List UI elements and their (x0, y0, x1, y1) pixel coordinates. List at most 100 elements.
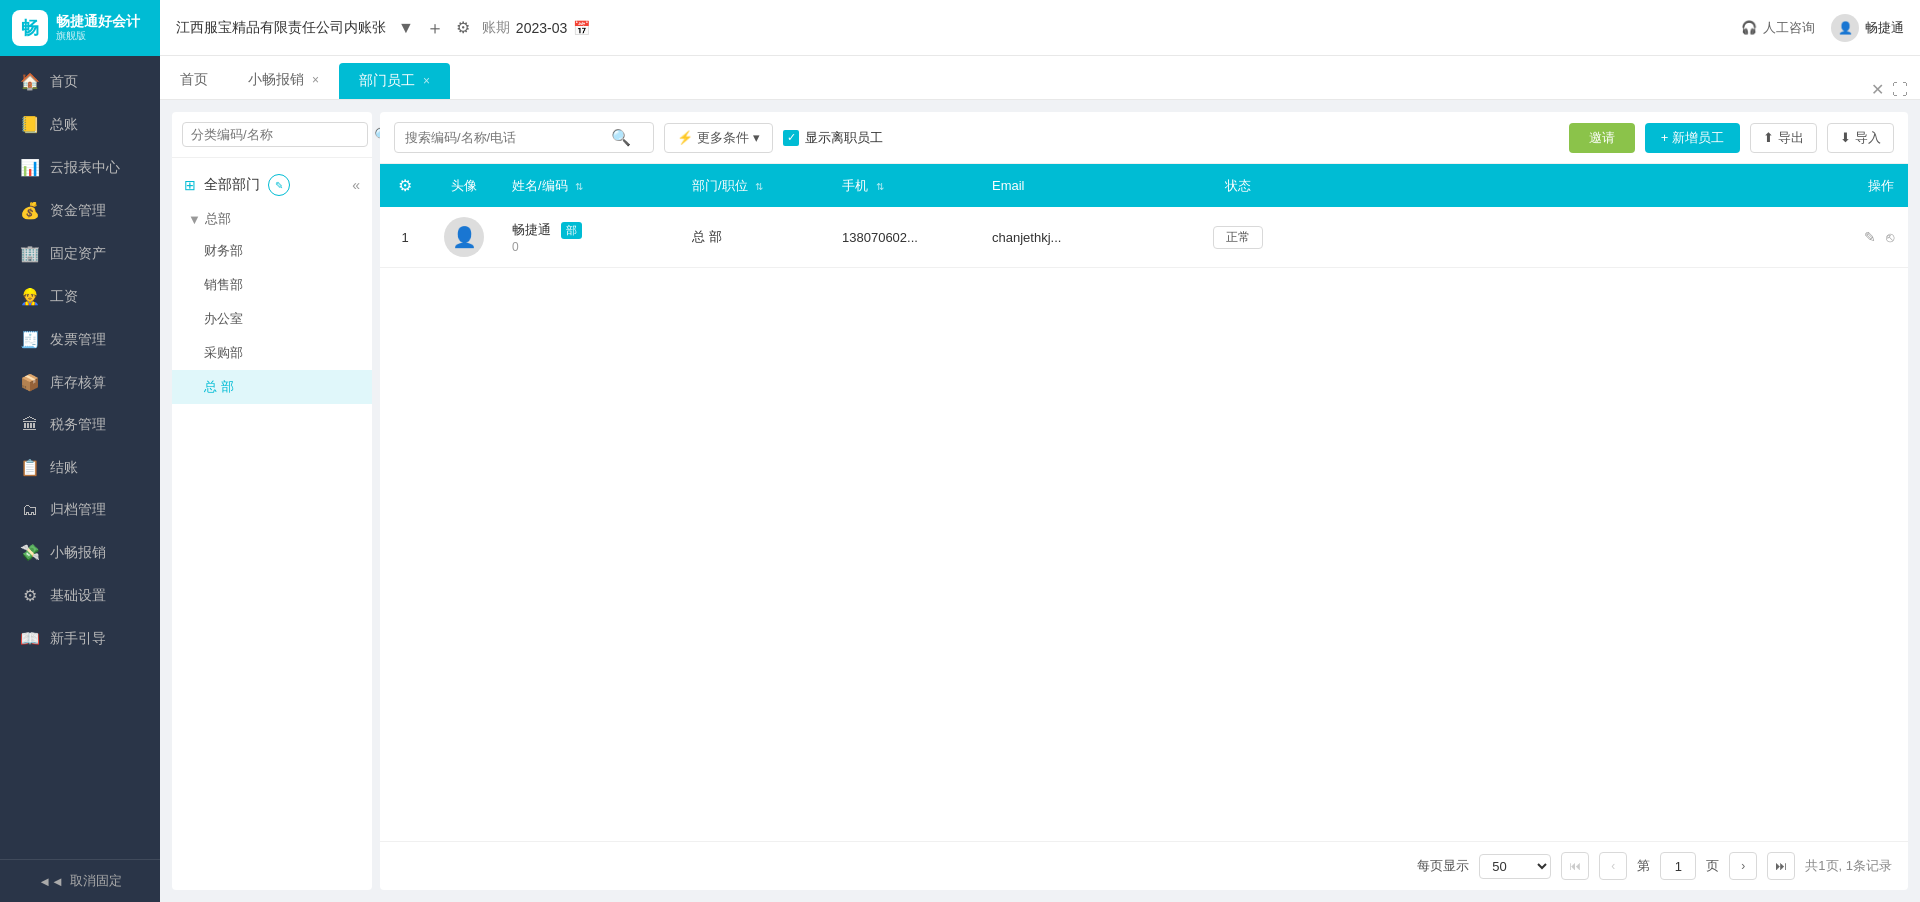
sidebar-item-ledger[interactable]: 📒 总账 (0, 103, 160, 146)
sidebar-label-report: 云报表中心 (50, 159, 120, 177)
sidebar-item-settings[interactable]: ⚙ 基础设置 (0, 574, 160, 617)
invite-button[interactable]: 邀请 (1569, 123, 1635, 153)
user-name: 畅捷通 (1865, 19, 1904, 37)
department-tree-panel: 🔍 ⊞ 全部部门 ✎ « ▼ 总部 财务部 销售部 办公室 采购部 总 部 (172, 112, 372, 890)
cell-name: 畅捷通 部 0 (498, 207, 678, 268)
sidebar-icon-report: 📊 (20, 158, 40, 177)
import-button[interactable]: ⬇ 导入 (1827, 123, 1894, 153)
employee-search-input[interactable] (405, 130, 605, 145)
per-page-select[interactable]: 50 100 (1479, 854, 1551, 879)
sidebar-item-salary[interactable]: 👷 工资 (0, 275, 160, 318)
dept-item-purchase[interactable]: 采购部 (172, 336, 372, 370)
sidebar-item-inventory[interactable]: 📦 库存核算 (0, 361, 160, 404)
dept-collapse-icon[interactable]: « (352, 177, 360, 193)
employee-search-icon[interactable]: 🔍 (611, 128, 631, 147)
accounting-period: 账期 2023-03 📅 (482, 19, 590, 37)
dept-parent-item[interactable]: ▼ 总部 (172, 204, 372, 234)
import-label: 导入 (1855, 129, 1881, 147)
add-employee-button[interactable]: + 新增员工 (1645, 123, 1740, 153)
sidebar-icon-tax: 🏛 (20, 416, 40, 434)
sidebar-label-home: 首页 (50, 73, 78, 91)
sidebar-item-home[interactable]: 🏠 首页 (0, 60, 160, 103)
more-filter-button[interactable]: ⚡ 更多条件 ▾ (664, 123, 773, 153)
employee-name[interactable]: 畅捷通 (512, 222, 551, 237)
col-status-header: 状态 (1178, 164, 1298, 207)
table-header-row: ⚙ 头像 姓名/编码 ⇅ 部门/职位 ⇅ (380, 164, 1908, 207)
last-page-btn[interactable]: ⏭ (1767, 852, 1795, 880)
topbar-settings-icon[interactable]: ⚙ (456, 18, 470, 37)
import-icon: ⬇ (1840, 130, 1851, 145)
tab-department-close[interactable]: × (423, 74, 430, 88)
tab-xiaochang[interactable]: 小畅报销 × (228, 63, 339, 99)
sidebar-item-guide[interactable]: 📖 新手引导 (0, 617, 160, 660)
sidebar-icon-guide: 📖 (20, 629, 40, 648)
expand-window-icon[interactable]: ⛶ (1892, 81, 1908, 99)
edit-employee-icon[interactable]: ✎ (1864, 229, 1876, 245)
sidebar-icon-invoice: 🧾 (20, 330, 40, 349)
first-page-btn[interactable]: ⏮ (1561, 852, 1589, 880)
next-page-btn[interactable]: › (1729, 852, 1757, 880)
sidebar-label-tax: 税务管理 (50, 416, 106, 434)
user-menu[interactable]: 👤 畅捷通 (1831, 14, 1904, 42)
dept-edit-icon[interactable]: ✎ (268, 174, 290, 196)
prev-page-btn[interactable]: ‹ (1599, 852, 1627, 880)
sidebar-item-archive[interactable]: 🗂 归档管理 (0, 489, 160, 531)
settings-gear-icon[interactable]: ⚙ (398, 177, 412, 194)
sidebar-item-xiaochang[interactable]: 💸 小畅报销 (0, 531, 160, 574)
sidebar-item-fund[interactable]: 💰 资金管理 (0, 189, 160, 232)
user-avatar: 👤 (1831, 14, 1859, 42)
sidebar-label-archive: 归档管理 (50, 501, 106, 519)
calendar-icon[interactable]: 📅 (573, 20, 590, 36)
employee-table-body: 1 👤 畅捷通 部 0 总 部 138070602... chanjethkj.… (380, 207, 1908, 268)
sidebar-label-checkout: 结账 (50, 459, 78, 477)
dept-search-input[interactable] (182, 122, 368, 147)
page-word: 第 (1637, 857, 1650, 875)
dept-arrow-icon: ▼ (188, 212, 201, 227)
period-value[interactable]: 2023-03 (516, 20, 567, 36)
tab-xiaochang-close[interactable]: × (312, 73, 319, 87)
dept-item-sales[interactable]: 销售部 (172, 268, 372, 302)
sidebar-label-settings: 基础设置 (50, 587, 106, 605)
tab-department[interactable]: 部门员工 × (339, 63, 450, 99)
app-logo-icon: 畅 (12, 10, 48, 46)
period-label: 账期 (482, 19, 510, 37)
sidebar-label-fund: 资金管理 (50, 202, 106, 220)
show-resigned-label: 显示离职员工 (805, 129, 883, 147)
show-resigned-toggle[interactable]: ✓ 显示离职员工 (783, 129, 883, 147)
cell-avatar: 👤 (430, 207, 498, 268)
col-phone-header[interactable]: 手机 ⇅ (828, 164, 978, 207)
col-dept-header[interactable]: 部门/职位 ⇅ (678, 164, 828, 207)
sidebar-item-report[interactable]: 📊 云报表中心 (0, 146, 160, 189)
cancel-fixed-button[interactable]: ◄◄ 取消固定 (0, 859, 160, 902)
tab-home[interactable]: 首页 (160, 63, 228, 99)
company-name: 江西服宝精品有限责任公司内账张 (176, 19, 386, 37)
col-name-header[interactable]: 姓名/编码 ⇅ (498, 164, 678, 207)
sidebar-item-checkout[interactable]: 📋 结账 (0, 446, 160, 489)
logout-employee-icon[interactable]: ⎋ (1886, 229, 1894, 245)
col-email-header: Email (978, 164, 1178, 207)
employee-table-wrap: ⚙ 头像 姓名/编码 ⇅ 部门/职位 ⇅ (380, 164, 1908, 841)
headset-icon: 🎧 (1741, 20, 1757, 35)
sidebar-label-guide: 新手引导 (50, 630, 106, 648)
dept-item-general[interactable]: 总 部 (172, 370, 372, 404)
add-tab-icon[interactable]: ＋ (426, 16, 444, 40)
consult-button[interactable]: 🎧 人工咨询 (1741, 19, 1815, 37)
employee-avatar: 👤 (444, 217, 484, 257)
app-version: 旗舰版 (56, 29, 140, 43)
dept-item-office[interactable]: 办公室 (172, 302, 372, 336)
sidebar-item-fixed[interactable]: 🏢 固定资产 (0, 232, 160, 275)
sidebar-item-invoice[interactable]: 🧾 发票管理 (0, 318, 160, 361)
sidebar-icon-fixed: 🏢 (20, 244, 40, 263)
topbar-right: 🎧 人工咨询 👤 畅捷通 (1741, 14, 1904, 42)
page-number-input[interactable] (1660, 852, 1696, 880)
dept-item-finance[interactable]: 财务部 (172, 234, 372, 268)
sidebar-label-inventory: 库存核算 (50, 374, 106, 392)
resigned-checkbox[interactable]: ✓ (783, 130, 799, 146)
employee-phone: 138070602... (842, 230, 918, 245)
dept-root-item[interactable]: ⊞ 全部部门 ✎ « (172, 166, 372, 204)
close-window-icon[interactable]: ✕ (1871, 80, 1884, 99)
sidebar-item-tax[interactable]: 🏛 税务管理 (0, 404, 160, 446)
phone-sort-icon: ⇅ (876, 181, 884, 192)
company-dropdown-icon[interactable]: ▼ (398, 19, 414, 37)
export-button[interactable]: ⬆ 导出 (1750, 123, 1817, 153)
